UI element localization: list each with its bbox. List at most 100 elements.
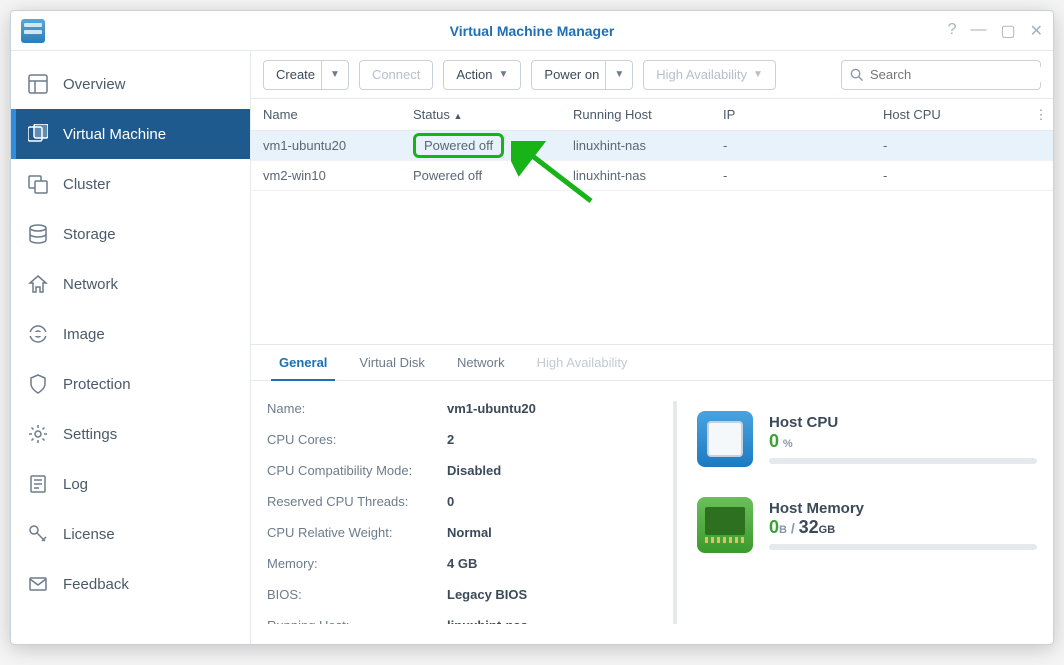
status-highlight: Powered off bbox=[413, 133, 504, 158]
prop-val: linuxhint-nas bbox=[447, 618, 528, 624]
stat-bar bbox=[769, 458, 1037, 464]
prop-key: Name: bbox=[267, 401, 447, 416]
prop-val: 4 GB bbox=[447, 556, 477, 571]
col-name[interactable]: Name bbox=[263, 107, 413, 122]
prop-val: 2 bbox=[447, 432, 454, 447]
gear-icon bbox=[27, 423, 49, 445]
prop-val: Legacy BIOS bbox=[447, 587, 527, 602]
detail-stats: Host CPU 0 % Host Memory 0B / 32GB bbox=[697, 401, 1037, 624]
tab-high-availability[interactable]: High Availability bbox=[521, 345, 644, 380]
image-icon bbox=[27, 323, 49, 345]
annotation-arrow bbox=[511, 141, 601, 211]
search-box[interactable] bbox=[841, 60, 1041, 90]
minimize-icon[interactable]: — bbox=[970, 21, 986, 41]
connect-button[interactable]: Connect bbox=[359, 60, 433, 90]
maximize-icon[interactable]: ▢ bbox=[1000, 21, 1015, 41]
sidebar-item-label: Overview bbox=[63, 76, 126, 93]
sidebar-item-license[interactable]: License bbox=[11, 509, 250, 559]
window-controls: ? — ▢ ✕ bbox=[948, 21, 1043, 41]
table-row[interactable]: vm2-win10 Powered off linuxhint-nas - - bbox=[251, 161, 1053, 191]
prop-key: CPU Compatibility Mode: bbox=[267, 463, 447, 478]
tab-general[interactable]: General bbox=[263, 345, 343, 380]
ha-button[interactable]: High Availability ▼ bbox=[643, 60, 776, 90]
table-header: Name Status ▲ Running Host IP Host CPU ⋮ bbox=[251, 99, 1053, 131]
toolbar: Create▼ Connect Action ▼ Power on▼ High … bbox=[251, 51, 1053, 99]
sidebar-item-protection[interactable]: Protection bbox=[11, 359, 250, 409]
table-row[interactable]: vm1-ubuntu20 Powered off linuxhint-nas -… bbox=[251, 131, 1053, 161]
create-button[interactable]: Create▼ bbox=[263, 60, 349, 90]
sidebar-item-log[interactable]: Log bbox=[11, 459, 250, 509]
detail-properties: Name:vm1-ubuntu20 CPU Cores:2 CPU Compat… bbox=[267, 401, 677, 624]
sidebar-item-cluster[interactable]: Cluster bbox=[11, 159, 250, 209]
power-button[interactable]: Power on▼ bbox=[531, 60, 633, 90]
cell-cpu: - bbox=[883, 168, 1029, 183]
cell-cpu: - bbox=[883, 138, 1029, 153]
stat-bar bbox=[769, 544, 1037, 550]
stat-value: 0 bbox=[769, 431, 779, 451]
cell-ip: - bbox=[723, 168, 883, 183]
cell-name: vm1-ubuntu20 bbox=[263, 138, 413, 153]
sidebar-item-label: Feedback bbox=[63, 576, 129, 593]
col-cpu[interactable]: Host CPU bbox=[883, 107, 1029, 122]
sidebar-item-label: Cluster bbox=[63, 176, 111, 193]
stat-memory: Host Memory 0B / 32GB bbox=[697, 497, 1037, 553]
prop-key: CPU Cores: bbox=[267, 432, 447, 447]
network-icon bbox=[27, 273, 49, 295]
cell-ip: - bbox=[723, 138, 883, 153]
main-panel: Create▼ Connect Action ▼ Power on▼ High … bbox=[251, 51, 1053, 644]
stat-total-unit: GB bbox=[819, 524, 836, 536]
sidebar-item-storage[interactable]: Storage bbox=[11, 209, 250, 259]
tab-network[interactable]: Network bbox=[441, 345, 521, 380]
protection-icon bbox=[27, 373, 49, 395]
mail-icon bbox=[27, 573, 49, 595]
prop-val: vm1-ubuntu20 bbox=[447, 401, 536, 416]
key-icon bbox=[27, 523, 49, 545]
col-status[interactable]: Status ▲ bbox=[413, 107, 573, 122]
app-window: Virtual Machine Manager ? — ▢ ✕ Overview… bbox=[10, 10, 1054, 645]
prop-key: Reserved CPU Threads: bbox=[267, 494, 447, 509]
stat-cpu: Host CPU 0 % bbox=[697, 411, 1037, 467]
search-icon bbox=[850, 68, 864, 82]
stat-title: Host Memory bbox=[769, 500, 1037, 517]
sidebar-item-label: License bbox=[63, 526, 115, 543]
detail-tabs: General Virtual Disk Network High Availa… bbox=[251, 345, 1053, 381]
prop-key: Running Host: bbox=[267, 618, 447, 624]
prop-key: Memory: bbox=[267, 556, 447, 571]
col-ip[interactable]: IP bbox=[723, 107, 883, 122]
sidebar-item-settings[interactable]: Settings bbox=[11, 409, 250, 459]
window-title: Virtual Machine Manager bbox=[11, 23, 1053, 39]
detail-panel: General Virtual Disk Network High Availa… bbox=[251, 344, 1053, 644]
chevron-down-icon[interactable]: ▼ bbox=[605, 61, 632, 89]
sidebar-item-label: Virtual Machine bbox=[63, 126, 166, 143]
chevron-down-icon: ▼ bbox=[499, 69, 509, 80]
sidebar-item-label: Storage bbox=[63, 226, 116, 243]
help-icon[interactable]: ? bbox=[948, 21, 957, 41]
titlebar: Virtual Machine Manager ? — ▢ ✕ bbox=[11, 11, 1053, 51]
tab-virtual-disk[interactable]: Virtual Disk bbox=[343, 345, 441, 380]
stat-sep: / bbox=[787, 520, 799, 536]
close-icon[interactable]: ✕ bbox=[1030, 21, 1043, 41]
sidebar-item-virtual-machine[interactable]: Virtual Machine bbox=[11, 109, 250, 159]
prop-key: CPU Relative Weight: bbox=[267, 525, 447, 540]
action-button[interactable]: Action ▼ bbox=[443, 60, 521, 90]
cell-name: vm2-win10 bbox=[263, 168, 413, 183]
col-more-icon[interactable]: ⋮ bbox=[1029, 107, 1053, 123]
stat-used-unit: B bbox=[779, 524, 787, 536]
sidebar-item-label: Log bbox=[63, 476, 88, 493]
storage-icon bbox=[27, 223, 49, 245]
search-input[interactable] bbox=[870, 67, 1046, 82]
stat-unit: % bbox=[783, 438, 793, 450]
chevron-down-icon[interactable]: ▼ bbox=[321, 61, 348, 89]
overview-icon bbox=[27, 73, 49, 95]
col-host[interactable]: Running Host bbox=[573, 107, 723, 122]
prop-key: BIOS: bbox=[267, 587, 447, 602]
memory-icon bbox=[697, 497, 753, 553]
sidebar-item-overview[interactable]: Overview bbox=[11, 59, 250, 109]
cluster-icon bbox=[27, 173, 49, 195]
prop-val: 0 bbox=[447, 494, 454, 509]
sidebar-item-network[interactable]: Network bbox=[11, 259, 250, 309]
sidebar-item-label: Protection bbox=[63, 376, 131, 393]
sidebar-item-image[interactable]: Image bbox=[11, 309, 250, 359]
log-icon bbox=[27, 473, 49, 495]
sidebar-item-feedback[interactable]: Feedback bbox=[11, 559, 250, 609]
